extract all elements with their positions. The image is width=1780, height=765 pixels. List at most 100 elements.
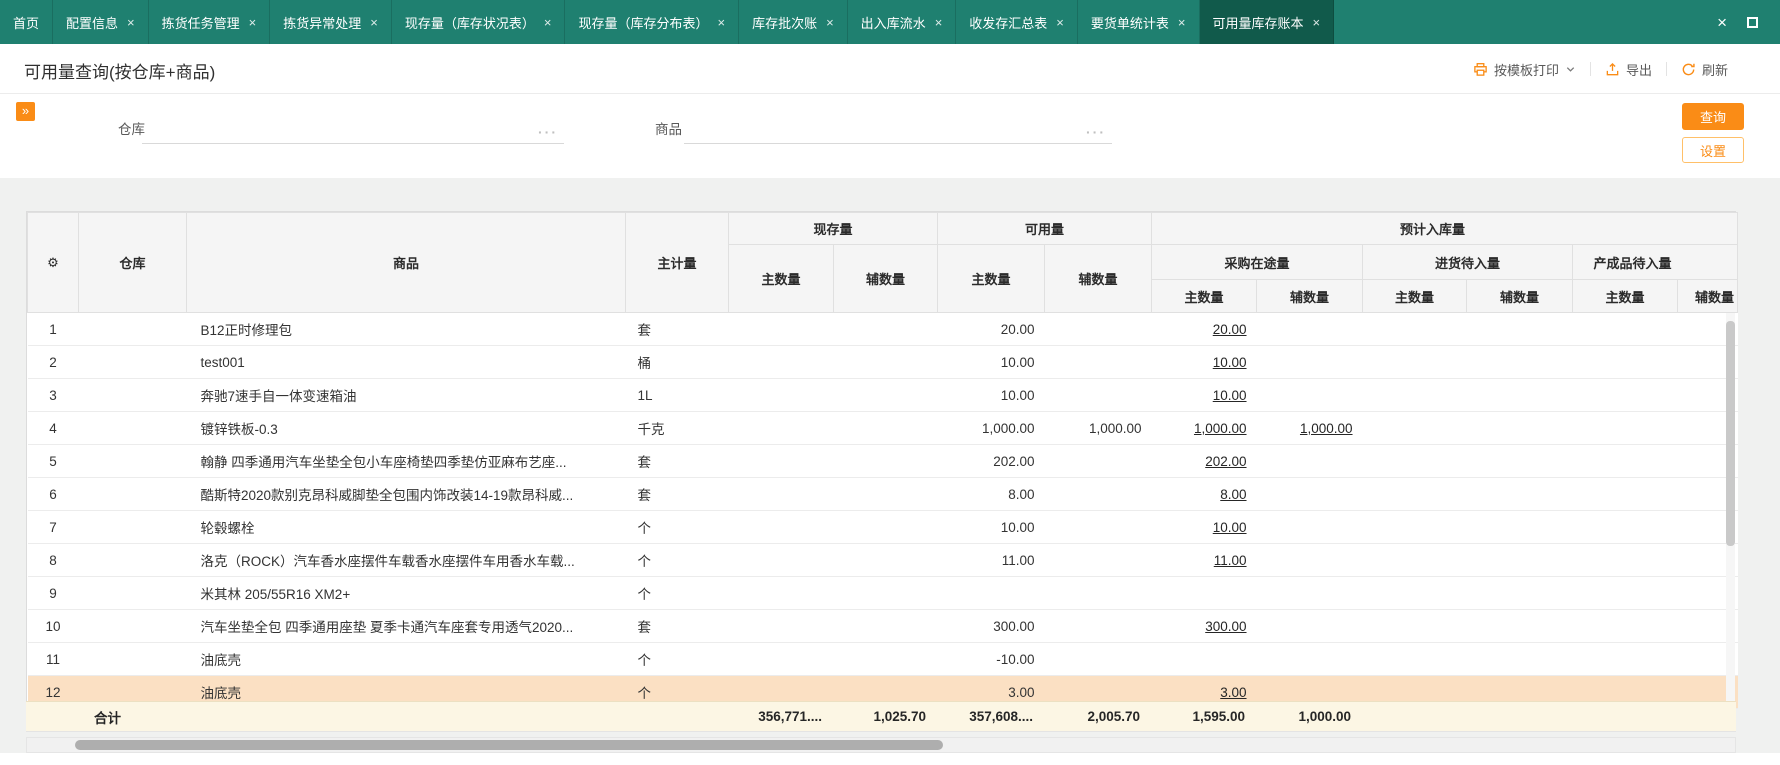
- unit-cell: 1L: [625, 378, 729, 412]
- table-row[interactable]: 1 B12正时修理包 套 20.00 20.00: [27, 312, 1738, 346]
- row-number: 2: [27, 345, 79, 379]
- tab-close-icon[interactable]: ×: [1178, 15, 1186, 30]
- warehouse-more-icon[interactable]: ···: [538, 125, 558, 139]
- tab-config-info[interactable]: 配置信息 ×: [53, 0, 149, 44]
- tab-stock-status-report[interactable]: 现存量（库存状况表） ×: [392, 0, 566, 44]
- tab-bar: 首页 配置信息 × 拣货任务管理 × 拣货异常处理 × 现存量（库存状况表） × 现存量…: [0, 0, 1780, 44]
- finished-main-cell: [1572, 576, 1678, 610]
- purchase-qty-link[interactable]: 1,000.00: [1194, 421, 1247, 436]
- onhand-main-cell: [728, 411, 834, 445]
- table-row[interactable]: 3 奔驰7速手自一体变速箱油 1L 10.00 10.00: [27, 378, 1738, 412]
- query-button[interactable]: 查询: [1682, 103, 1744, 130]
- tab-label: 现存量（库存分布表）: [578, 15, 709, 31]
- table-row[interactable]: 8 洛克（ROCK）汽车香水座摆件车载香水座摆件车用香水车载... 个 11.0…: [27, 543, 1738, 577]
- tab-close-icon[interactable]: ×: [826, 15, 834, 30]
- column-settings-header[interactable]: ⚙: [27, 212, 79, 313]
- table-row[interactable]: 2 test001 桶 10.00 10.00: [27, 345, 1738, 379]
- purchase-main-cell: [1151, 642, 1257, 676]
- tab-demand-order-stats[interactable]: 要货单统计表 ×: [1078, 0, 1200, 44]
- purchase-main-cell: 202.00: [1151, 444, 1257, 478]
- row-number: 3: [27, 378, 79, 412]
- expand-panel-button[interactable]: »: [16, 102, 35, 121]
- purchase-qty-link[interactable]: 202.00: [1205, 454, 1246, 469]
- available-aux-qty-header: 辅数量: [1044, 244, 1153, 313]
- purchase-aux-cell: [1256, 510, 1363, 544]
- total-onhand-aux: 1,025.70: [873, 709, 926, 724]
- print-by-template-button[interactable]: 按模板打印: [1473, 60, 1576, 79]
- tab-inout-flow[interactable]: 出入库流水 ×: [848, 0, 957, 44]
- export-button[interactable]: 导出: [1605, 60, 1652, 79]
- available-main-cell: 20.00: [937, 312, 1045, 346]
- tab-picking-exception[interactable]: 拣货异常处理 ×: [270, 0, 392, 44]
- close-icon[interactable]: ×: [1717, 14, 1727, 31]
- table-row[interactable]: 4 镀锌铁板-0.3 千克 1,000.00 1,000.00 1,000.00…: [27, 411, 1738, 445]
- purchase-qty-link[interactable]: 10.00: [1213, 388, 1247, 403]
- tab-close-icon[interactable]: ×: [370, 15, 378, 30]
- purchase-aux-cell: [1256, 609, 1363, 643]
- total-available-aux: 2,005.70: [1087, 709, 1140, 724]
- horizontal-scrollbar[interactable]: [26, 737, 1736, 753]
- tab-label: 拣货任务管理: [161, 15, 240, 31]
- tab-available-stock-ledger[interactable]: 可用量库存账本 ×: [1199, 0, 1335, 44]
- purchase-qty-link[interactable]: 10.00: [1213, 520, 1247, 535]
- table-row[interactable]: 9 米其林 205/55R16 XM2+ 个: [27, 576, 1738, 610]
- settings-button[interactable]: 设置: [1682, 137, 1744, 163]
- warehouse-input[interactable]: ···: [142, 114, 564, 144]
- available-main-cell: 300.00: [937, 609, 1045, 643]
- purchase-aux-cell: [1256, 477, 1363, 511]
- table-row[interactable]: 7 轮毂螺栓 个 10.00 10.00: [27, 510, 1738, 544]
- vertical-scrollbar-thumb[interactable]: [1726, 321, 1735, 546]
- unit-cell: 桶: [625, 345, 729, 379]
- purchase-qty-link[interactable]: 3.00: [1220, 685, 1246, 700]
- maximize-icon[interactable]: [1747, 16, 1758, 28]
- tab-close-icon[interactable]: ×: [544, 15, 552, 30]
- finished-main-cell: [1572, 510, 1678, 544]
- tab-close-icon[interactable]: ×: [1056, 15, 1064, 30]
- tab-close-icon[interactable]: ×: [717, 15, 725, 30]
- purchase-qty-link[interactable]: 20.00: [1213, 322, 1247, 337]
- warehouse-filter-label: 仓库: [118, 122, 145, 137]
- row-number: 10: [27, 609, 79, 643]
- available-main-qty-header: 主数量: [937, 244, 1046, 313]
- product-cell: 洛克（ROCK）汽车香水座摆件车载香水座摆件车用香水车载...: [186, 543, 626, 577]
- table-row[interactable]: 6 酷斯特2020款别克昂科威脚垫全包围内饰改装14-19款昂科威... 套 8…: [27, 477, 1738, 511]
- purchase-qty-link[interactable]: 300.00: [1205, 619, 1246, 634]
- purchase-main-qty-header: 主数量: [1151, 279, 1258, 313]
- chevron-down-icon[interactable]: [1565, 64, 1576, 75]
- purchase-qty-link[interactable]: 10.00: [1213, 355, 1247, 370]
- available-main-cell: 202.00: [937, 444, 1045, 478]
- purchase-aux-qty-link[interactable]: 1,000.00: [1300, 421, 1353, 436]
- table-row[interactable]: 10 汽车坐垫全包 四季通用座垫 夏季卡通汽车座套专用透气2020... 套 3…: [27, 609, 1738, 643]
- total-onhand-main: 356,771....: [758, 709, 822, 724]
- purchase-aux-cell: [1256, 444, 1363, 478]
- table-row[interactable]: 5 翰静 四季通用汽车坐垫全包小车座椅垫四季垫仿亚麻布艺座... 套 202.0…: [27, 444, 1738, 478]
- inbound-aux-cell: [1466, 378, 1573, 412]
- tab-inventory-batch-ledger[interactable]: 库存批次账 ×: [739, 0, 848, 44]
- tab-close-icon[interactable]: ×: [249, 15, 257, 30]
- total-label: 合计: [94, 710, 121, 726]
- horizontal-scrollbar-thumb[interactable]: [75, 740, 943, 750]
- tab-close-icon[interactable]: ×: [127, 15, 135, 30]
- available-main-cell: 10.00: [937, 345, 1045, 379]
- refresh-button[interactable]: 刷新: [1681, 60, 1728, 79]
- product-more-icon[interactable]: ···: [1086, 125, 1106, 139]
- onhand-main-cell: [728, 312, 834, 346]
- purchase-qty-link[interactable]: 11.00: [1214, 553, 1247, 568]
- vertical-scrollbar[interactable]: [1726, 313, 1735, 701]
- tab-receive-dispatch-summary[interactable]: 收发存汇总表 ×: [956, 0, 1078, 44]
- data-grid: ⚙ 仓库 商品 主计量 现存量 可用量 预计入库量 主数量 辅数量 主数量 辅数…: [26, 211, 1739, 710]
- purchase-qty-link[interactable]: 8.00: [1220, 487, 1246, 502]
- tab-picking-task-mgmt[interactable]: 拣货任务管理 ×: [149, 0, 271, 44]
- tab-stock-distribution-report[interactable]: 现存量（库存分布表） ×: [565, 0, 740, 44]
- onhand-aux-cell: [833, 576, 938, 610]
- tab-close-icon[interactable]: ×: [935, 15, 943, 30]
- available-aux-cell: [1044, 444, 1152, 478]
- total-purchase-aux: 1,000.00: [1298, 709, 1351, 724]
- inbound-main-cell: [1362, 477, 1467, 511]
- tab-home[interactable]: 首页: [0, 0, 54, 44]
- table-row[interactable]: 11 油底壳 个 -10.00: [27, 642, 1738, 676]
- product-input[interactable]: ···: [684, 114, 1112, 144]
- available-main-cell: -10.00: [937, 642, 1045, 676]
- inbound-main-cell: [1362, 609, 1467, 643]
- tab-close-icon[interactable]: ×: [1313, 15, 1321, 30]
